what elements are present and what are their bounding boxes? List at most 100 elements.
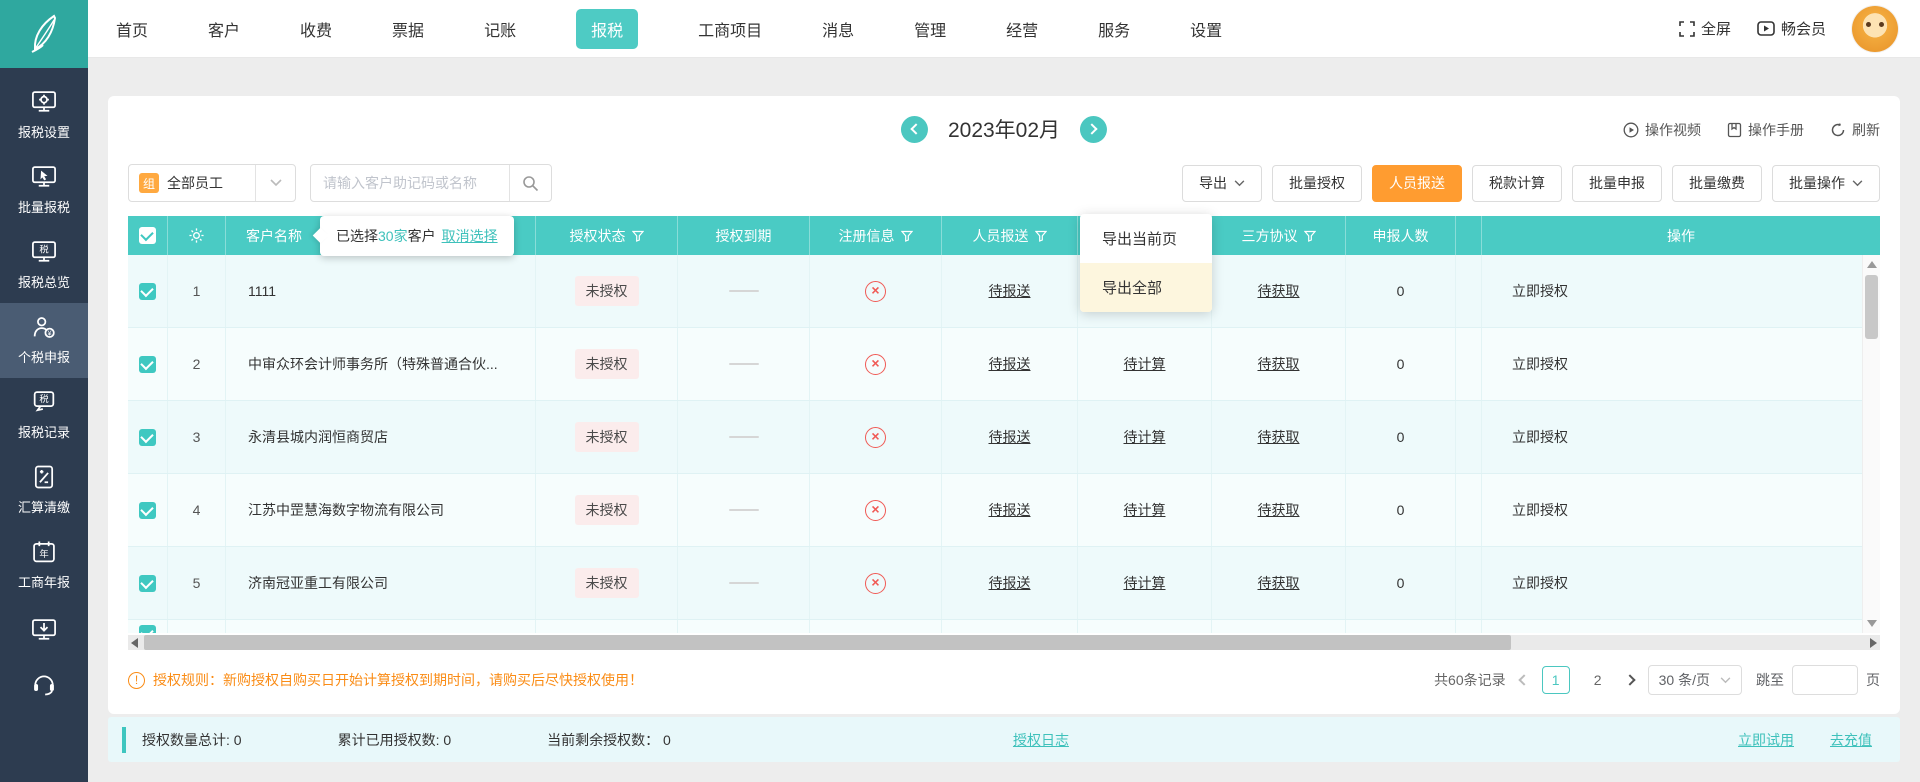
- manual-link[interactable]: 操作手册: [1727, 120, 1804, 140]
- sidebar-item-final-settlement[interactable]: 汇算清缴: [0, 453, 88, 528]
- batch-declare-button[interactable]: 批量申报: [1572, 164, 1662, 202]
- auth-status-badge: 未授权: [574, 422, 639, 452]
- column-auth-expiry[interactable]: 授权到期: [678, 216, 810, 255]
- scroll-up-arrow-icon[interactable]: [1866, 261, 1877, 268]
- headset-icon: [30, 671, 58, 697]
- authorize-now-link[interactable]: 立即授权: [1512, 354, 1568, 374]
- next-page-button[interactable]: [1623, 674, 1636, 686]
- vertical-scrollbar-thumb[interactable]: [1865, 275, 1878, 339]
- page-1-button[interactable]: 1: [1541, 666, 1570, 694]
- horizontal-scrollbar-thumb[interactable]: [144, 635, 1511, 650]
- tax-calc-link[interactable]: 待计算: [1124, 354, 1166, 374]
- nav-item-operations[interactable]: 经营: [1006, 17, 1038, 41]
- sidebar-item-personal-tax[interactable]: ¥ 个税申报: [0, 303, 88, 378]
- stat-used-value: 0: [443, 731, 452, 748]
- sidebar-item-tax-records[interactable]: 税 报税记录: [0, 378, 88, 453]
- nav-item-business-projects[interactable]: 工商项目: [698, 17, 762, 41]
- batch-pay-button[interactable]: 批量缴费: [1672, 164, 1762, 202]
- column-declare-count[interactable]: 申报人数: [1346, 216, 1456, 255]
- tax-calc-link[interactable]: 待计算: [1124, 573, 1166, 593]
- row-checkbox[interactable]: [139, 355, 156, 373]
- scroll-down-arrow-icon[interactable]: [1866, 620, 1877, 627]
- agreement-link[interactable]: 待获取: [1258, 500, 1300, 520]
- agreement-link[interactable]: 待获取: [1258, 281, 1300, 301]
- column-auth-status[interactable]: 授权状态: [536, 216, 678, 255]
- person-report-link[interactable]: 待报送: [989, 427, 1031, 447]
- nav-item-tax-filing[interactable]: 报税: [576, 8, 639, 49]
- prev-page-button[interactable]: [1517, 674, 1530, 686]
- scroll-left-arrow-icon[interactable]: [131, 637, 138, 648]
- tax-calc-link[interactable]: 待计算: [1124, 427, 1166, 447]
- nav-item-home[interactable]: 首页: [116, 17, 148, 41]
- refresh-link[interactable]: 刷新: [1830, 120, 1880, 140]
- vertical-scrollbar[interactable]: [1862, 255, 1880, 633]
- auth-log-link[interactable]: 授权日志: [1013, 730, 1069, 750]
- row-checkbox[interactable]: [139, 574, 156, 592]
- prev-month-button[interactable]: [900, 115, 928, 143]
- horizontal-scrollbar[interactable]: [128, 635, 1880, 650]
- jump-page-input[interactable]: [1792, 665, 1858, 695]
- authorize-now-link[interactable]: 立即授权: [1512, 427, 1568, 447]
- person-report-link[interactable]: 待报送: [989, 573, 1031, 593]
- recharge-link[interactable]: 去充值: [1830, 730, 1872, 750]
- page-2-button[interactable]: 2: [1584, 666, 1612, 694]
- agreement-link[interactable]: 待获取: [1258, 573, 1300, 593]
- select-all-checkbox[interactable]: [139, 227, 156, 244]
- cancel-selection-link[interactable]: 取消选择: [442, 226, 498, 246]
- customer-name: 中审众环会计师事务所（特殊普通合伙...: [226, 328, 536, 400]
- nav-item-services[interactable]: 服务: [1098, 17, 1130, 41]
- batch-authorize-button[interactable]: 批量授权: [1272, 164, 1362, 202]
- page-size-select[interactable]: 30 条/页: [1647, 665, 1742, 695]
- sidebar-item-support[interactable]: [0, 657, 88, 711]
- export-current-page-item[interactable]: 导出当前页: [1080, 214, 1212, 263]
- export-all-item[interactable]: 导出全部: [1080, 263, 1212, 312]
- scroll-right-arrow-icon[interactable]: [1870, 637, 1877, 648]
- search-input[interactable]: [311, 175, 509, 191]
- sidebar-item-tax-overview[interactable]: 税 报税总览: [0, 228, 88, 303]
- employee-filter-select[interactable]: 组 全部员工: [128, 164, 296, 202]
- sidebar-item-batch-tax[interactable]: 批量报税: [0, 153, 88, 228]
- jump-unit: 页: [1866, 672, 1880, 688]
- nav-item-billing[interactable]: 收费: [300, 17, 332, 41]
- authorize-now-link[interactable]: 立即授权: [1512, 573, 1568, 593]
- customer-search: [310, 164, 552, 202]
- authorize-now-link[interactable]: 立即授权: [1512, 500, 1568, 520]
- row-checkbox[interactable]: [139, 428, 156, 446]
- member-button[interactable]: 畅会员: [1757, 18, 1826, 39]
- agreement-link[interactable]: 待获取: [1258, 354, 1300, 374]
- app-logo[interactable]: [0, 0, 88, 68]
- fullscreen-button[interactable]: 全屏: [1679, 18, 1731, 39]
- svg-text:税: 税: [39, 244, 48, 255]
- nav-item-messages[interactable]: 消息: [822, 17, 854, 41]
- tax-calc-link[interactable]: 待计算: [1124, 500, 1166, 520]
- nav-item-customers[interactable]: 客户: [208, 17, 240, 41]
- monkey-avatar[interactable]: [1852, 5, 1898, 52]
- sidebar-item-annual-report[interactable]: 年 工商年报: [0, 528, 88, 603]
- column-tripartite-agreement[interactable]: 三方协议: [1212, 216, 1346, 255]
- person-report-button[interactable]: 人员报送: [1372, 164, 1462, 202]
- search-button[interactable]: [509, 165, 551, 201]
- row-checkbox[interactable]: [139, 282, 156, 300]
- nav-item-invoices[interactable]: 票据: [392, 17, 424, 41]
- sidebar-item-tax-settings[interactable]: 报税设置: [0, 78, 88, 153]
- batch-operations-button[interactable]: 批量操作: [1772, 164, 1880, 202]
- sidebar-item-download[interactable]: [0, 603, 88, 657]
- person-report-link[interactable]: 待报送: [989, 500, 1031, 520]
- export-button[interactable]: 导出: [1182, 164, 1262, 202]
- person-report-link[interactable]: 待报送: [989, 354, 1031, 374]
- next-month-button[interactable]: [1080, 115, 1108, 143]
- nav-item-management[interactable]: 管理: [914, 17, 946, 41]
- free-trial-link[interactable]: 立即试用: [1738, 730, 1794, 750]
- empty-dash: [728, 436, 759, 438]
- person-report-link[interactable]: 待报送: [989, 281, 1031, 301]
- nav-item-settings[interactable]: 设置: [1190, 17, 1222, 41]
- column-settings-gear[interactable]: [168, 216, 226, 255]
- video-tutorial-link[interactable]: 操作视频: [1623, 120, 1701, 140]
- authorize-now-link[interactable]: 立即授权: [1512, 281, 1568, 301]
- nav-item-bookkeeping[interactable]: 记账: [484, 17, 516, 41]
- tax-calc-button[interactable]: 税款计算: [1472, 164, 1562, 202]
- column-register-info[interactable]: 注册信息: [810, 216, 942, 255]
- column-person-report[interactable]: 人员报送: [942, 216, 1078, 255]
- row-checkbox[interactable]: [139, 501, 156, 519]
- agreement-link[interactable]: 待获取: [1258, 427, 1300, 447]
